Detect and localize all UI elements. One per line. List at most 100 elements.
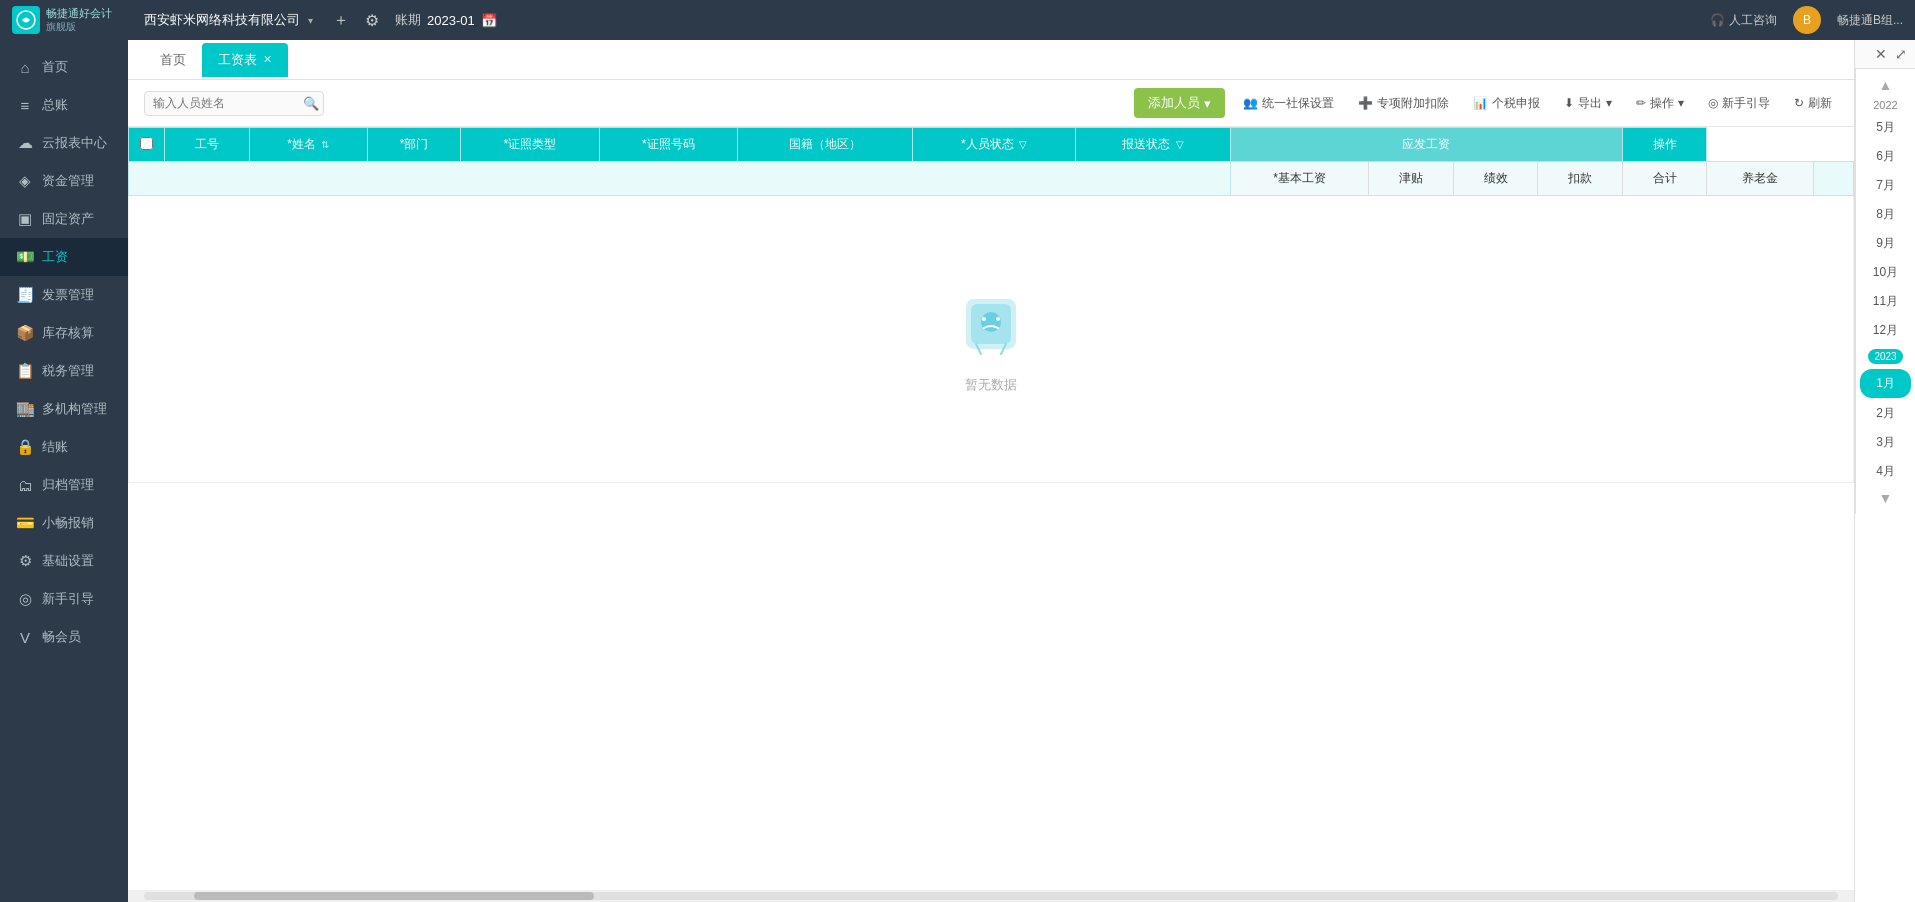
empty-state-cell: 暂无数据 [129, 196, 1854, 483]
operations-button[interactable]: ✏ 操作 ▾ [1630, 91, 1690, 116]
search-box: 🔍 [144, 91, 324, 116]
new-guide-button[interactable]: ◎ 新手引导 [1702, 91, 1776, 116]
close-panel-button[interactable]: ✕ [1875, 46, 1887, 62]
logo-text: 畅捷通好会计 旗舰版 [46, 7, 112, 32]
operations-dropdown-icon: ▾ [1678, 96, 1684, 110]
sidebar-label-inventory: 库存核算 [42, 324, 94, 342]
sidebar-item-expense[interactable]: 💳 小畅报销 [0, 504, 128, 542]
special-deduction-button[interactable]: ➕ 专项附加扣除 [1352, 91, 1455, 116]
cal-month-8[interactable]: 8月 [1856, 200, 1915, 229]
th-deduction: 扣款 [1538, 162, 1623, 196]
company-dropdown-icon[interactable]: ▾ [308, 15, 313, 26]
cal-month-7[interactable]: 7月 [1856, 171, 1915, 200]
sidebar-item-inventory[interactable]: 📦 库存核算 [0, 314, 128, 352]
search-input[interactable] [153, 96, 303, 110]
emp-status-filter-icon[interactable]: ▽ [1019, 139, 1027, 150]
company-selector[interactable]: 西安虾米网络科技有限公司 ▾ [144, 11, 313, 29]
calendar-down-arrow[interactable]: ▼ [1875, 486, 1897, 510]
sidebar-label-multi-org: 多机构管理 [42, 400, 107, 418]
sidebar-item-tax[interactable]: 📋 税务管理 [0, 352, 128, 390]
sidebar-item-cloud-report[interactable]: ☁ 云报表中心 [0, 124, 128, 162]
maximize-panel-button[interactable]: ⤢ [1895, 46, 1907, 62]
sidebar-item-ledger[interactable]: ≡ 总账 [0, 86, 128, 124]
cal-month-9[interactable]: 9月 [1856, 229, 1915, 258]
svg-point-5 [996, 317, 1000, 321]
sidebar-item-multi-org[interactable]: 🏬 多机构管理 [0, 390, 128, 428]
sidebar-item-guide[interactable]: ◎ 新手引导 [0, 580, 128, 618]
cal-month-6[interactable]: 6月 [1856, 142, 1915, 171]
sidebar-item-home[interactable]: ⌂ 首页 [0, 48, 128, 86]
sidebar-label-fund: 资金管理 [42, 172, 94, 190]
cal-month-12[interactable]: 12月 [1856, 316, 1915, 345]
invoice-icon: 🧾 [16, 286, 34, 304]
scrollbar-thumb[interactable] [194, 892, 594, 900]
cal-month-1[interactable]: 1月 [1860, 369, 1911, 398]
support-button[interactable]: 🎧 人工咨询 [1710, 12, 1777, 29]
calendar-panel: ▲ 2022 5月 6月 7月 8月 9月 10月 11月 [1855, 69, 1915, 514]
cal-month-4[interactable]: 4月 [1856, 457, 1915, 486]
inventory-icon: 📦 [16, 324, 34, 342]
sidebar-item-fund[interactable]: ◈ 资金管理 [0, 162, 128, 200]
multi-org-icon: 🏬 [16, 400, 34, 418]
tab-close-icon[interactable]: ✕ [263, 53, 272, 66]
calendar-icon[interactable]: 📅 [481, 13, 497, 28]
name-sort-icon[interactable]: ⇅ [321, 139, 329, 150]
refresh-button[interactable]: ↻ 刷新 [1788, 91, 1838, 116]
th-checkbox[interactable] [129, 128, 165, 162]
sidebar-item-member[interactable]: V 畅会员 [0, 618, 128, 656]
cal-month-11[interactable]: 11月 [1856, 287, 1915, 316]
cloud-icon: ☁ [16, 134, 34, 152]
settings-button[interactable]: ⚙ [365, 11, 379, 30]
sidebar-label-fixed-assets: 固定资产 [42, 210, 94, 228]
logo-area: 畅捷通好会计 旗舰版 [12, 6, 140, 34]
svg-point-4 [982, 317, 986, 321]
add-people-button[interactable]: 添加人员 ▾ [1134, 88, 1225, 118]
sidebar-item-salary[interactable]: 💵 工资 [0, 238, 128, 276]
social-security-button[interactable]: 👥 统一社保设置 [1237, 91, 1340, 116]
content-area: 首页 工资表 ✕ 🔍 添加人员 ▾ 👥 统一社保设置 ➕ [128, 40, 1854, 902]
sidebar-item-archive[interactable]: 🗂 归档管理 [0, 466, 128, 504]
export-button[interactable]: ⬇ 导出 ▾ [1558, 91, 1618, 116]
assets-icon: ▣ [16, 210, 34, 228]
empty-text: 暂无数据 [965, 376, 1017, 394]
sidebar-item-close[interactable]: 🔒 结账 [0, 428, 128, 466]
th-id-no: *证照号码 [599, 128, 737, 162]
ledger-icon: ≡ [16, 97, 34, 114]
select-all-checkbox[interactable] [140, 137, 153, 150]
sidebar-item-fixed-assets[interactable]: ▣ 固定资产 [0, 200, 128, 238]
personal-tax-icon: 📊 [1473, 96, 1488, 110]
operations-icon: ✏ [1636, 96, 1646, 110]
cal-month-5[interactable]: 5月 [1856, 113, 1915, 142]
prev-year-label: 2022 [1873, 97, 1897, 113]
sidebar-label-cloud-report: 云报表中心 [42, 134, 107, 152]
archive-icon: 🗂 [16, 477, 34, 494]
basic-settings-icon: ⚙ [16, 552, 34, 570]
sidebar-item-settings[interactable]: ⚙ 基础设置 [0, 542, 128, 580]
tax-icon: 📋 [16, 362, 34, 380]
sidebar-label-salary: 工资 [42, 248, 68, 266]
th-salary-group: 应发工资 [1230, 128, 1622, 162]
horizontal-scrollbar[interactable] [128, 890, 1854, 902]
user-avatar: B [1793, 6, 1821, 34]
sidebar-item-invoice[interactable]: 🧾 发票管理 [0, 276, 128, 314]
tab-home[interactable]: 首页 [144, 43, 202, 77]
special-deduction-icon: ➕ [1358, 96, 1373, 110]
refresh-icon: ↻ [1794, 96, 1804, 110]
cal-month-10[interactable]: 10月 [1856, 258, 1915, 287]
search-icon: 🔍 [303, 96, 319, 111]
tab-salary[interactable]: 工资表 ✕ [202, 43, 288, 77]
sidebar-label-guide: 新手引导 [42, 590, 94, 608]
personal-tax-button[interactable]: 📊 个税申报 [1467, 91, 1546, 116]
sidebar: ⌂ 首页 ≡ 总账 ☁ 云报表中心 ◈ 资金管理 ▣ 固定资产 💵 工资 🧾 发… [0, 40, 128, 902]
cal-month-3[interactable]: 3月 [1856, 428, 1915, 457]
cal-month-2[interactable]: 2月 [1856, 399, 1915, 428]
add-company-button[interactable]: ＋ [333, 10, 349, 31]
current-year-badge: 2023 [1868, 349, 1902, 364]
user-name: 畅捷通B组... [1837, 12, 1903, 29]
report-status-filter-icon[interactable]: ▽ [1176, 139, 1184, 150]
headset-icon: 🎧 [1710, 13, 1725, 27]
export-dropdown-icon: ▾ [1606, 96, 1612, 110]
th-performance: 绩效 [1453, 162, 1538, 196]
right-panel: ✕ ⤢ ▲ 2022 5月 6月 7月 8月 9月 10月 [1854, 40, 1915, 902]
calendar-up-arrow[interactable]: ▲ [1875, 73, 1897, 97]
